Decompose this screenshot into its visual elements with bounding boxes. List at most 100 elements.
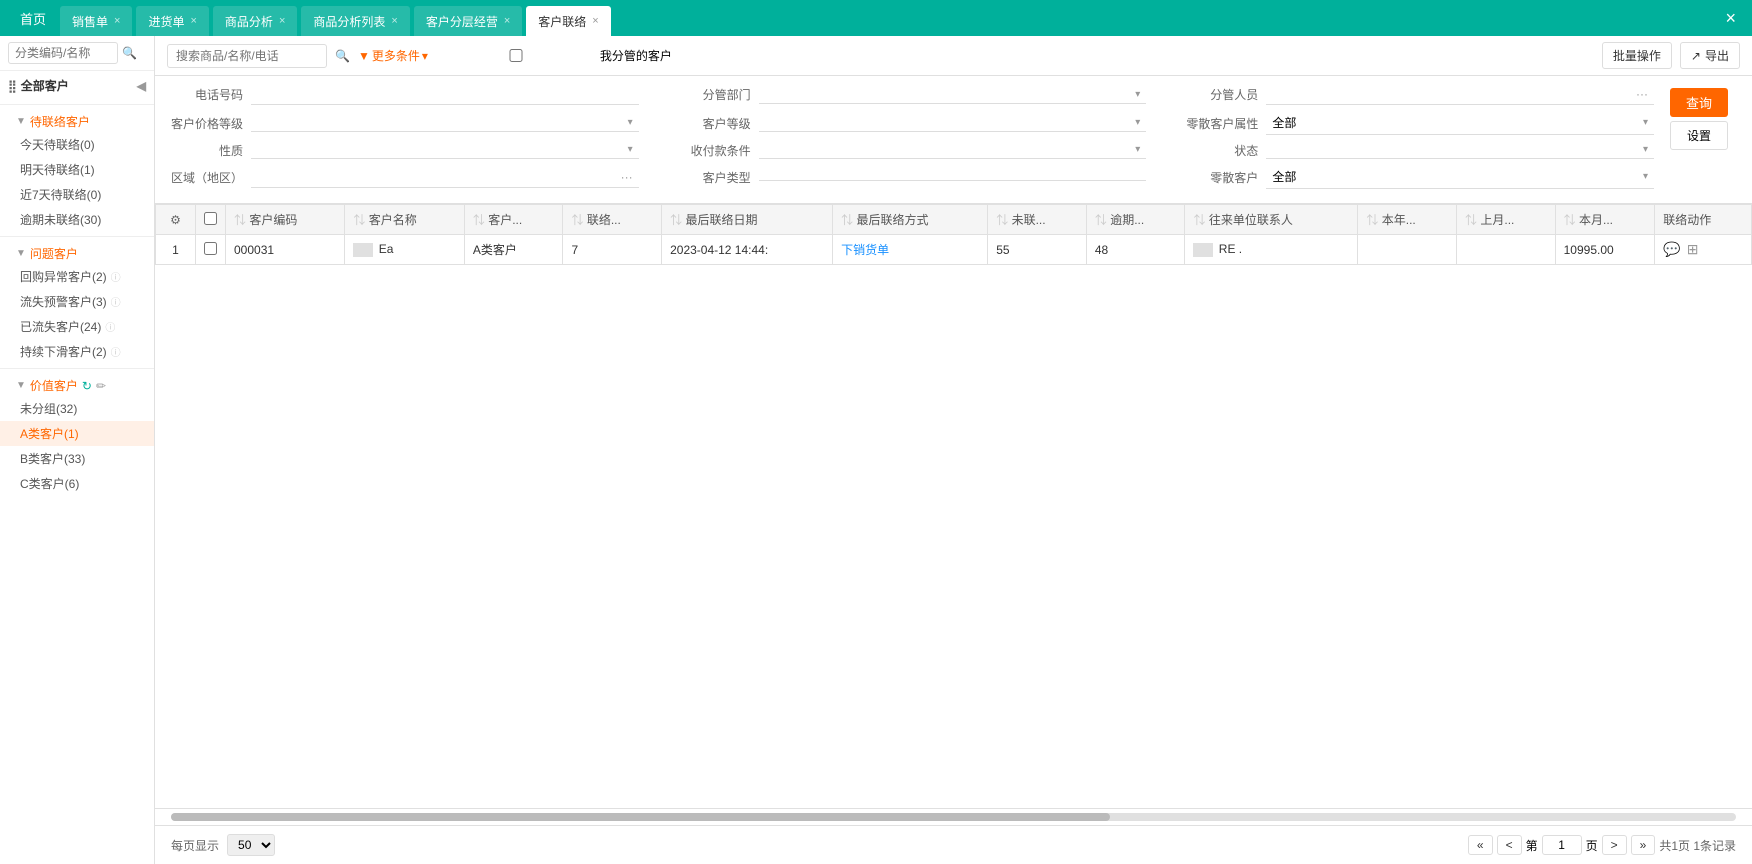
- adv-filter-scatter-select[interactable]: 全部 ▾: [1266, 165, 1654, 189]
- sidebar-group-value[interactable]: ▼ 价值客户 ↻ ✏: [0, 373, 154, 396]
- filter-icon: ▼: [358, 49, 370, 63]
- tab-sales-order-close[interactable]: ×: [114, 15, 120, 27]
- adv-filter-customer-level-label: 客户等级: [679, 115, 759, 132]
- adv-filter-phone-label: 电话号码: [171, 86, 251, 103]
- row-index: 1: [156, 235, 196, 265]
- page-number-input[interactable]: [1542, 835, 1582, 855]
- adv-filter-region-select[interactable]: ···: [251, 167, 639, 188]
- adv-filter-customer-level-select[interactable]: ▾: [759, 114, 1147, 132]
- sidebar-item-repurchase-abnormal[interactable]: 回购异常客户(2) ⓘ: [0, 264, 154, 289]
- tab-sales-order[interactable]: 销售单 ×: [60, 6, 132, 36]
- sidebar-item-churn-warning[interactable]: 流失预警客户(3) ⓘ: [0, 289, 154, 314]
- adv-filter-customer-type-input[interactable]: [759, 174, 1147, 181]
- sidebar-item-class-c[interactable]: C类客户(6): [0, 471, 154, 496]
- per-page-select[interactable]: 50: [227, 834, 275, 856]
- filter-search-icon[interactable]: 🔍: [335, 49, 350, 63]
- top-nav: 首页 销售单 × 进货单 × 商品分析 × 商品分析列表 × 客户分层经营 × …: [0, 0, 1752, 36]
- th-current-year-label: 本年...: [1382, 213, 1416, 227]
- adv-filter-phone-input[interactable]: [251, 84, 639, 105]
- sidebar-item-ungrouped[interactable]: 未分组(32): [0, 396, 154, 421]
- adv-filter-person-select[interactable]: ···: [1266, 84, 1654, 105]
- th-sort-icon-cy: ⇅: [1366, 213, 1378, 227]
- sidebar-item-7days-label: 近7天待联络(0): [20, 186, 101, 203]
- th-last-contact-date: ⇅ 最后联络日期: [662, 205, 833, 235]
- sidebar-item-declining[interactable]: 持续下滑客户(2) ⓘ: [0, 339, 154, 364]
- sidebar-group-value-refresh[interactable]: ↻: [82, 379, 92, 393]
- tab-product-analysis-list-close[interactable]: ×: [391, 15, 397, 27]
- tab-product-analysis[interactable]: 商品分析 ×: [213, 6, 297, 36]
- sidebar-search-icon[interactable]: 🔍: [122, 46, 137, 60]
- th-contact-person-label: 往来单位联系人: [1209, 213, 1293, 227]
- tab-sales-order-label: 销售单: [72, 13, 108, 30]
- close-window-icon[interactable]: ×: [1717, 8, 1744, 29]
- scroll-bar-thumb[interactable]: [171, 813, 1110, 821]
- sidebar-item-churned[interactable]: 已流失客户(24) ⓘ: [0, 314, 154, 339]
- sidebar-all-customers[interactable]: ⣿ 全部客户 ◀: [0, 71, 154, 100]
- sidebar-group-problem[interactable]: ▼ 问题客户: [0, 241, 154, 264]
- page-prev-button[interactable]: <: [1497, 835, 1522, 855]
- adv-filter-payment-label: 收付款条件: [679, 142, 759, 159]
- adv-filter-nature-select[interactable]: ▾: [251, 141, 639, 159]
- export-button[interactable]: ↗ 导出: [1680, 42, 1740, 69]
- adv-filter-price-level-select[interactable]: ▾: [251, 114, 639, 132]
- sidebar-group-value-edit[interactable]: ✏: [96, 379, 106, 393]
- adv-filter-region-more: ···: [621, 170, 633, 184]
- scroll-bar-container[interactable]: [171, 813, 1736, 821]
- sidebar-item-class-a[interactable]: A类客户(1): [0, 421, 154, 446]
- sidebar-item-7days[interactable]: 近7天待联络(0): [0, 182, 154, 207]
- per-page-label: 每页显示: [171, 837, 219, 854]
- adv-filter-dept-select[interactable]: ▾: [759, 86, 1147, 104]
- adv-filter-scatter-attr: 零散客户属性 全部 ▾: [1186, 111, 1654, 135]
- tab-customer-contact-close[interactable]: ×: [592, 15, 598, 27]
- horizontal-scroll[interactable]: [155, 808, 1752, 825]
- batch-operation-button[interactable]: 批量操作: [1602, 42, 1672, 69]
- tab-customer-segment[interactable]: 客户分层经营 ×: [414, 6, 522, 36]
- settings-button[interactable]: 设置: [1670, 121, 1728, 150]
- row-checkbox[interactable]: [204, 242, 217, 255]
- sidebar-item-overdue[interactable]: 逾期未联络(30): [0, 207, 154, 232]
- row-contact-person: RE .: [1185, 235, 1358, 265]
- adv-filter-status-label: 状态: [1186, 142, 1266, 159]
- tab-purchase-order[interactable]: 进货单 ×: [136, 6, 208, 36]
- row-last-contact-method: 下销货单: [833, 235, 988, 265]
- sidebar-item-class-b[interactable]: B类客户(33): [0, 446, 154, 471]
- row-last-contact-date: 2023-04-12 14:44:: [662, 235, 833, 265]
- table-row: 1 000031 Ea A类客户 7 2023-04-12 14:44:: [156, 235, 1752, 265]
- tab-purchase-order-close[interactable]: ×: [190, 15, 196, 27]
- row-contact-method-link[interactable]: 下销货单: [841, 243, 889, 257]
- my-customers-check[interactable]: [436, 49, 596, 62]
- page-last-button[interactable]: »: [1631, 835, 1656, 855]
- adv-filter-payment: 收付款条件 ▾: [679, 141, 1147, 159]
- sidebar-group-pending[interactable]: ▼ 待联络客户: [0, 109, 154, 132]
- tab-customer-contact[interactable]: 客户联络 ×: [526, 6, 610, 36]
- adv-filter-scatter-attr-select[interactable]: 全部 ▾: [1266, 111, 1654, 135]
- row-chat-icon[interactable]: 💬: [1663, 241, 1680, 258]
- tab-customer-segment-close[interactable]: ×: [504, 15, 510, 27]
- select-all-checkbox[interactable]: [204, 212, 217, 225]
- query-button[interactable]: 查询: [1670, 88, 1728, 117]
- sidebar-item-churned-label: 已流失客户(24): [20, 318, 101, 335]
- tab-customer-contact-label: 客户联络: [538, 13, 586, 30]
- filter-more-label: 更多条件: [372, 47, 420, 64]
- adv-filter-status-select[interactable]: ▾: [1266, 141, 1654, 159]
- th-sort-icon-code: ⇅: [234, 213, 246, 227]
- page-next-button[interactable]: >: [1602, 835, 1627, 855]
- table-header-row: ⚙ ⇅ 客户编码 ⇅ 客户名称: [156, 205, 1752, 235]
- my-customers-checkbox[interactable]: 我分管的客户: [436, 47, 672, 64]
- search-input[interactable]: [167, 44, 327, 68]
- filter-more-conditions[interactable]: ▼ 更多条件 ▾: [358, 47, 428, 64]
- sidebar-search-input[interactable]: [8, 42, 118, 64]
- tab-product-analysis-close[interactable]: ×: [279, 15, 285, 27]
- page-first-button[interactable]: «: [1468, 835, 1493, 855]
- adv-filter-scatter-arrow: ▾: [1643, 171, 1648, 182]
- sidebar-item-today[interactable]: 今天待联络(0): [0, 132, 154, 157]
- th-customer-code: ⇅ 客户编码: [226, 205, 345, 235]
- gear-icon[interactable]: ⚙: [170, 213, 181, 227]
- tab-product-analysis-list[interactable]: 商品分析列表 ×: [301, 6, 409, 36]
- nav-home[interactable]: 首页: [8, 9, 58, 28]
- sidebar-item-tomorrow[interactable]: 明天待联络(1): [0, 157, 154, 182]
- row-avatar: [353, 243, 373, 257]
- adv-filter-payment-select[interactable]: ▾: [759, 141, 1147, 159]
- row-qrcode-icon[interactable]: ⊞: [1687, 241, 1699, 258]
- adv-filter-person-label: 分管人员: [1186, 86, 1266, 103]
